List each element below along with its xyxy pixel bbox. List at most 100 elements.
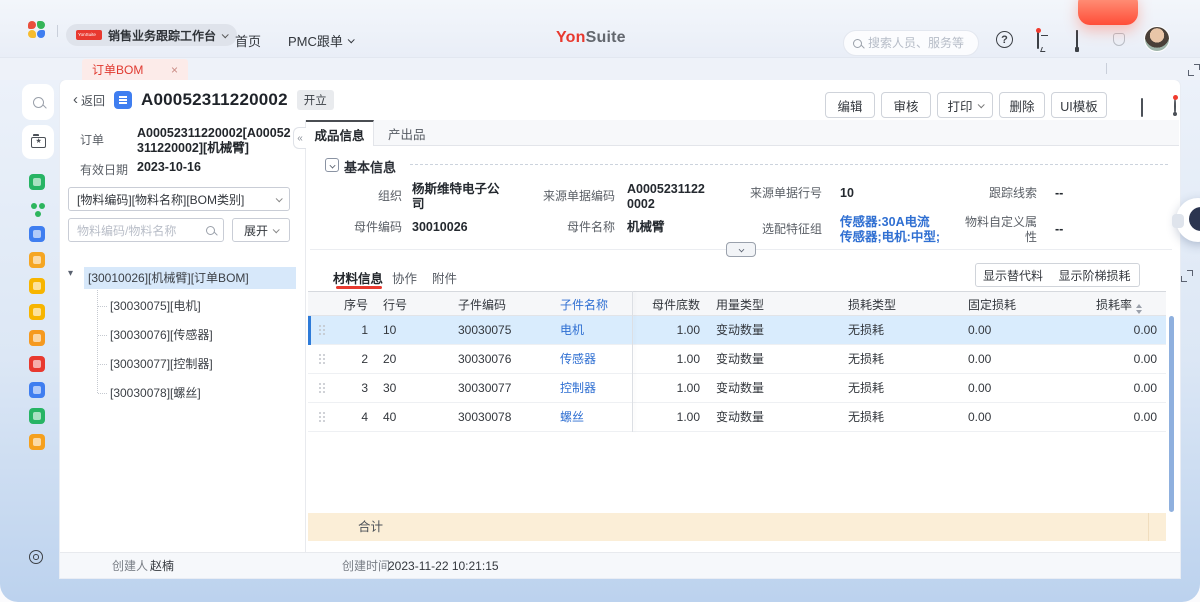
tree-caret-icon[interactable]: ▾ <box>68 268 73 279</box>
sidebar-search[interactable] <box>22 84 54 120</box>
settings-gear-icon[interactable] <box>29 550 43 564</box>
creator-label: 创建人 <box>112 559 149 573</box>
subtab-collaboration[interactable]: 协作 <box>392 268 417 287</box>
cell-name-link[interactable]: 电机 <box>560 316 584 345</box>
keyboard-shortcut-icon[interactable] <box>1140 98 1143 117</box>
section-collapse-button[interactable] <box>325 158 339 172</box>
store-red-icon[interactable] <box>29 356 45 372</box>
doc-icon[interactable] <box>29 278 45 294</box>
nav-pmc-tracking[interactable]: PMC跟单 <box>288 31 355 50</box>
global-search[interactable] <box>843 30 979 56</box>
custom-attr-value: -- <box>1055 222 1064 236</box>
col-child-name[interactable]: 子件名称 <box>560 296 608 313</box>
apps-icon[interactable] <box>31 203 37 209</box>
briefcase-icon[interactable] <box>29 330 45 346</box>
user-avatar[interactable] <box>1144 26 1170 52</box>
topbar: YonSuite 销售业务跟踪工作台 首页 PMC跟单 YonSuite ? <box>0 0 1200 58</box>
delete-button[interactable]: 删除 <box>999 92 1045 118</box>
show-step-loss-button[interactable]: 显示阶梯损耗 <box>1050 263 1140 287</box>
ui-template-button[interactable]: UI模板 <box>1051 92 1107 118</box>
messages-icon[interactable] <box>1036 28 1041 49</box>
cell-name-link[interactable]: 控制器 <box>560 374 596 403</box>
cell-fixed: 0.00 <box>968 381 992 395</box>
audit-button[interactable]: 审核 <box>881 92 931 118</box>
cell-fixed: 0.00 <box>968 352 992 366</box>
nav-home[interactable]: 首页 <box>235 31 261 50</box>
status-badge: 开立 <box>296 90 334 110</box>
material-search-input[interactable]: 物料编码/物料名称 <box>68 218 224 242</box>
tab-order-bom[interactable]: 订单BOM × <box>82 59 188 80</box>
home-orange-icon[interactable] <box>29 434 45 450</box>
sidebar-favorites[interactable] <box>22 125 54 159</box>
tree-root-node[interactable]: [30010026][机械臂][订单BOM] <box>84 267 296 289</box>
feature-group-value[interactable]: 传感器:30A电流传感器;电机:中型; <box>840 215 940 245</box>
chevron-down-icon <box>738 246 744 253</box>
col-seq: 序号 <box>343 298 368 312</box>
headset-service-icon[interactable] <box>1076 30 1078 48</box>
tree-child-node[interactable]: [30030077][控制器] <box>110 354 213 374</box>
close-icon[interactable]: × <box>171 63 178 77</box>
parent-name-value: 机械臂 <box>627 220 665 234</box>
cell-rate: 0.00 <box>1133 352 1157 366</box>
trace-clue-value: -- <box>1055 186 1064 200</box>
subtab-attachments[interactable]: 附件 <box>432 268 457 287</box>
show-substitute-button[interactable]: 显示替代料 <box>975 263 1051 287</box>
cell-name-link[interactable]: 螺丝 <box>560 403 584 432</box>
tab-output-product[interactable]: 产出品 <box>388 120 426 146</box>
cell-seq: 4 <box>361 410 368 424</box>
print-button[interactable]: 打印 <box>937 92 993 118</box>
expand-tree-button[interactable]: 展开 <box>232 218 290 242</box>
chart-green-icon[interactable] <box>29 408 45 424</box>
back-button[interactable]: ‹ 返回 <box>73 92 105 109</box>
summary-label: 合计 <box>358 520 384 534</box>
panel-collapse-button[interactable]: « <box>293 127 306 149</box>
cell-loss: 无损耗 <box>848 410 885 424</box>
back-chevron-icon: ‹ <box>73 91 78 108</box>
workflow-icon[interactable] <box>1172 95 1178 116</box>
table-fullscreen-icon[interactable] <box>1180 270 1193 282</box>
search-icon <box>853 38 862 48</box>
cell-code: 30030078 <box>458 410 512 424</box>
sort-icon[interactable] <box>1136 304 1142 314</box>
app-launcher-icon[interactable] <box>28 21 46 39</box>
workspace-switcher[interactable]: YonSuite 销售业务跟踪工作台 <box>66 24 238 46</box>
clipboard-blue-icon[interactable] <box>29 382 45 398</box>
cell-base: 1.00 <box>676 381 700 395</box>
col-usage-type: 用量类型 <box>716 298 765 312</box>
tree-guide <box>98 364 107 365</box>
drag-handle[interactable] <box>319 412 321 414</box>
notification-dot <box>1172 95 1178 100</box>
tree-child-node[interactable]: [30030076][传感器] <box>110 325 213 345</box>
drag-handle[interactable] <box>319 383 321 385</box>
trace-clue-label: 跟踪线索 <box>988 186 1037 200</box>
global-search-input[interactable] <box>868 36 968 50</box>
subtab-material-info[interactable]: 材料信息 <box>333 268 383 287</box>
col-loss-rate[interactable]: 损耗率 <box>1066 296 1142 314</box>
display-format-select[interactable]: [物料编码][物料名称][BOM类别] <box>68 187 290 211</box>
user-blue-icon[interactable] <box>29 226 45 242</box>
cell-fixed: 0.00 <box>968 323 992 337</box>
floating-red-widget[interactable] <box>1078 0 1138 25</box>
cell-usage: 变动数量 <box>716 352 765 366</box>
doc-check-icon[interactable] <box>29 304 45 320</box>
help-icon[interactable]: ? <box>996 31 1013 48</box>
drag-handle[interactable] <box>319 325 321 327</box>
valid-date-label: 有效日期 <box>80 163 129 177</box>
cell-base: 1.00 <box>676 323 700 337</box>
collapse-section-pill[interactable] <box>726 242 756 257</box>
fullscreen-icon[interactable] <box>1188 64 1200 76</box>
tab-product-info[interactable]: 成品信息 <box>306 120 374 146</box>
user-orange-icon[interactable] <box>29 252 45 268</box>
tree-child-node[interactable]: [30030075][电机] <box>110 296 201 316</box>
cell-line: 10 <box>383 323 397 337</box>
workspace-label: 销售业务跟踪工作台 <box>108 28 217 43</box>
shield-icon[interactable] <box>1113 33 1125 46</box>
panel-divider <box>305 120 306 552</box>
edit-button[interactable]: 编辑 <box>825 92 875 118</box>
wallet-icon[interactable] <box>29 174 45 190</box>
tree-child-node[interactable]: [30030078][螺丝] <box>110 383 201 403</box>
table-scrollbar[interactable] <box>1169 316 1174 512</box>
summary-row: 合计 <box>308 513 1166 541</box>
cell-name-link[interactable]: 传感器 <box>560 345 596 374</box>
drag-handle[interactable] <box>319 354 321 356</box>
